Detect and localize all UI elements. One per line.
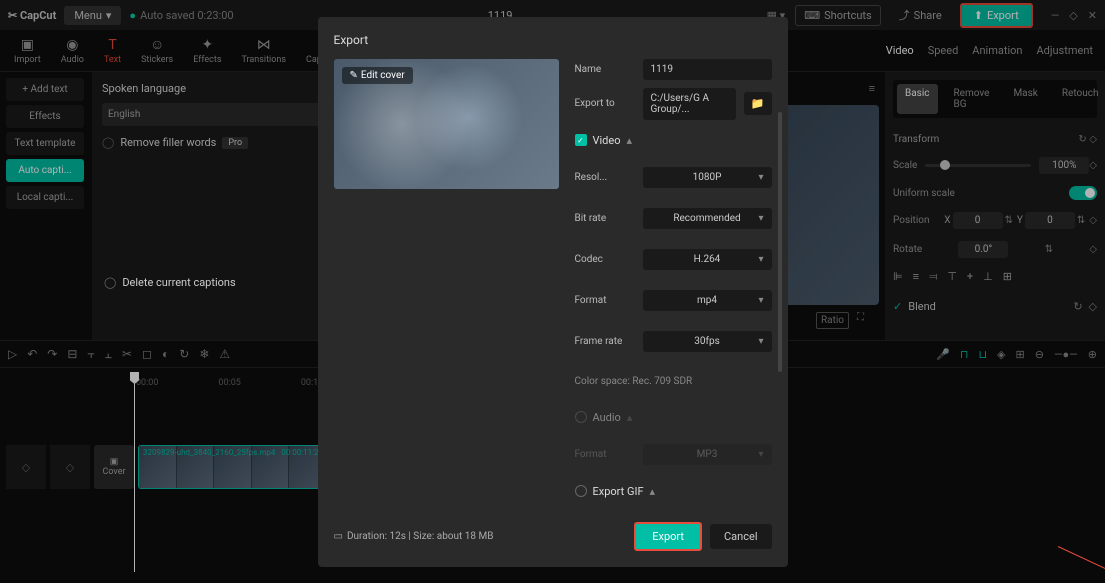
- audio-format-select: MP3: [643, 444, 772, 465]
- framerate-label: Frame rate: [575, 336, 635, 347]
- audio-checkbox[interactable]: [575, 411, 587, 423]
- framerate-select[interactable]: 30fps: [643, 331, 772, 352]
- codec-select[interactable]: H.264: [643, 249, 772, 270]
- exportto-label: Export to: [575, 98, 635, 109]
- export-button[interactable]: Export: [634, 522, 702, 551]
- name-input[interactable]: 1119: [643, 59, 772, 80]
- audio-format-label: Format: [575, 449, 635, 460]
- bitrate-select[interactable]: Recommended: [643, 208, 772, 229]
- video-checkbox[interactable]: ✓: [575, 134, 587, 146]
- gif-section-label: Export GIF: [593, 485, 644, 498]
- delete-captions-label: Delete current captions: [122, 276, 235, 289]
- annotation-arrow: [1057, 546, 1105, 581]
- modal-title: Export: [334, 33, 772, 47]
- format-select[interactable]: mp4: [643, 290, 772, 311]
- resolution-select[interactable]: 1080P: [643, 167, 772, 188]
- colorspace-label: Color space: Rec. 709 SDR: [575, 376, 772, 387]
- format-label: Format: [575, 295, 635, 306]
- cover-preview: ✎ Edit cover: [334, 59, 559, 189]
- folder-icon[interactable]: 📁: [744, 92, 772, 115]
- path-input[interactable]: C:/Users/G A Group/...: [643, 88, 736, 120]
- audio-section-label: Audio: [593, 411, 621, 424]
- modal-scrollbar[interactable]: [778, 112, 782, 372]
- cancel-button[interactable]: Cancel: [710, 524, 771, 549]
- bitrate-label: Bit rate: [575, 213, 635, 224]
- resolution-label: Resol...: [575, 172, 635, 183]
- delete-captions-checkbox[interactable]: ◯: [104, 276, 116, 289]
- codec-label: Codec: [575, 254, 635, 265]
- name-label: Name: [575, 64, 635, 75]
- gif-checkbox[interactable]: [575, 485, 587, 497]
- edit-cover-button[interactable]: ✎ Edit cover: [342, 67, 413, 84]
- video-section-label: Video: [593, 134, 621, 147]
- duration-label: ▭ Duration: 12s | Size: about 18 MB: [334, 531, 494, 542]
